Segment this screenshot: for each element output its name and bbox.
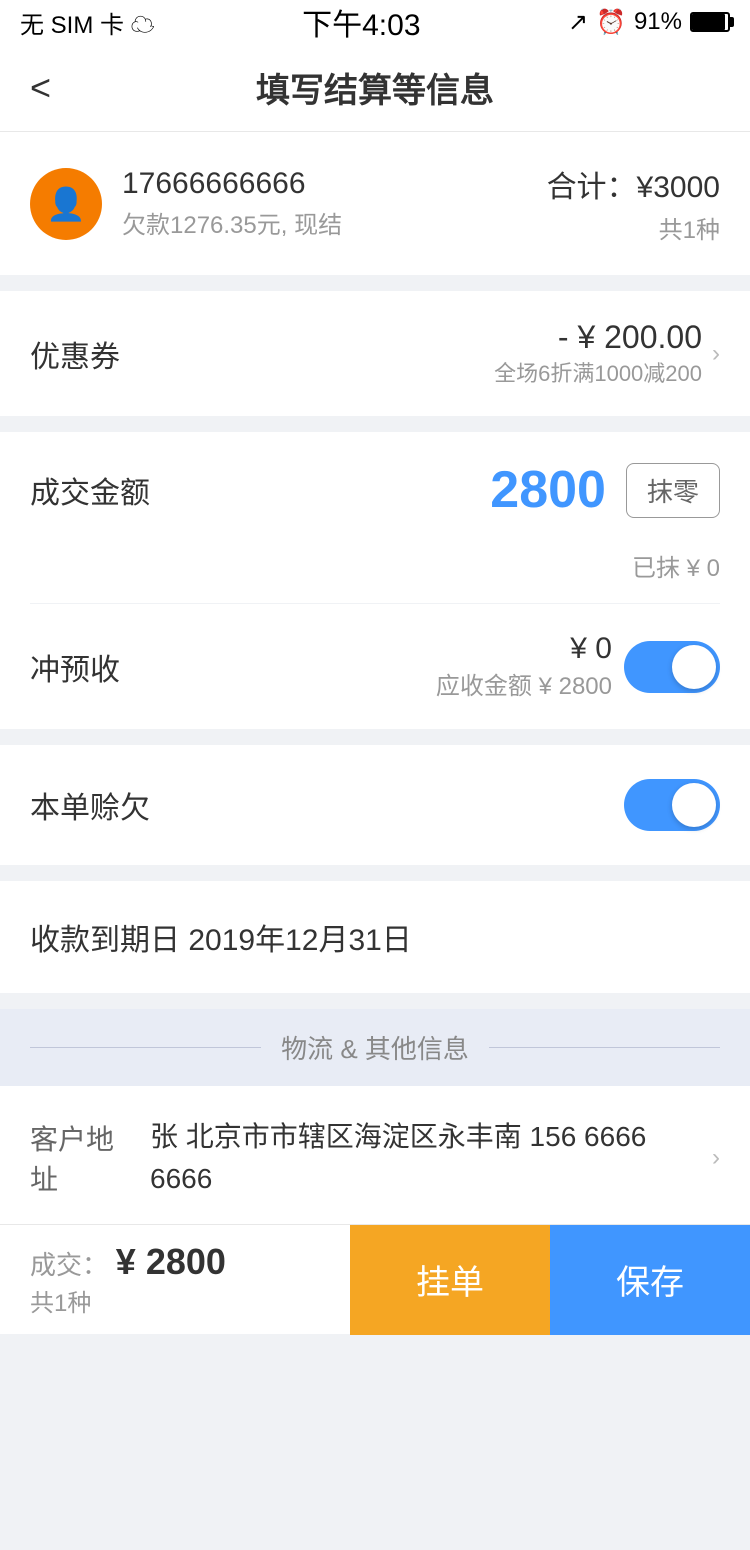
- logistics-label: 物流 & 其他信息: [281, 1029, 469, 1066]
- save-button[interactable]: 保存: [550, 1225, 750, 1335]
- address-value: 张 北京市市辖区海淀区永丰南 156 6666 6666: [150, 1116, 692, 1200]
- status-bar: 无 SIM 卡 ☁ 下午4:03 ↗ ⏰ 91%: [0, 0, 750, 44]
- bottom-bar: 成交： ¥ 2800 共1种 挂单 保存: [0, 1224, 750, 1334]
- direction-icon: ↗: [568, 8, 588, 37]
- avatar-icon: 👤: [46, 185, 86, 223]
- sim-label: 无 SIM 卡 ☁: [20, 5, 155, 40]
- bottom-amount: ¥ 2800: [116, 1241, 226, 1282]
- alarm-icon: ⏰: [596, 8, 626, 37]
- coupon-amount: - ¥ 200.00: [494, 319, 702, 356]
- amount-sub-text: 已抹 ¥ 0: [0, 548, 750, 603]
- debt-section: 本单赊欠: [0, 745, 750, 865]
- debt-toggle[interactable]: [624, 779, 720, 831]
- customer-phone: 17666666666: [122, 167, 342, 201]
- status-right: ↗ ⏰ 91%: [568, 8, 730, 37]
- total-count: 共1种: [547, 210, 720, 245]
- hang-button[interactable]: 挂单: [350, 1225, 550, 1335]
- prepayment-row: 冲预收 ¥ 0 应收金额 ¥ 2800: [0, 604, 750, 729]
- coupon-chevron-icon: ›: [712, 340, 720, 368]
- amount-value: 2800: [490, 460, 606, 520]
- page-title: 填写结算等信息: [256, 63, 494, 112]
- status-time: 下午4:03: [302, 0, 420, 44]
- address-row[interactable]: 客户地址 张 北京市市辖区海淀区永丰南 156 6666 6666 ›: [0, 1086, 750, 1230]
- customer-card: 👤 17666666666 欠款1276.35元, 现结 合计：¥3000 共1…: [0, 132, 750, 275]
- bottom-count: 共1种: [30, 1283, 320, 1318]
- due-date-section: 收款到期日 2019年12月31日: [0, 881, 750, 993]
- prepayment-toggle[interactable]: [624, 641, 720, 693]
- prepayment-value: ¥ 0: [436, 632, 612, 666]
- content: 👤 17666666666 欠款1276.35元, 现结 合计：¥3000 共1…: [0, 132, 750, 1550]
- due-date-text: 收款到期日 2019年12月31日: [30, 924, 412, 957]
- back-button[interactable]: <: [30, 67, 51, 109]
- customer-debt: 欠款1276.35元, 现结: [122, 205, 342, 240]
- battery-icon: [690, 12, 730, 32]
- total-amount: 合计：¥3000: [547, 162, 720, 206]
- nav-bar: < 填写结算等信息: [0, 44, 750, 132]
- battery-percent: 91%: [634, 8, 682, 36]
- coupon-row[interactable]: 优惠券 - ¥ 200.00 全场6折满1000减200 ›: [0, 291, 750, 416]
- amount-label: 成交金额: [30, 468, 150, 512]
- status-left: 无 SIM 卡 ☁: [20, 5, 155, 40]
- logistics-header: 物流 & 其他信息: [0, 1009, 750, 1086]
- coupon-label: 优惠券: [30, 332, 120, 376]
- avatar: 👤: [30, 168, 102, 240]
- coupon-section: 优惠券 - ¥ 200.00 全场6折满1000减200 ›: [0, 291, 750, 416]
- coupon-desc: 全场6折满1000减200: [494, 356, 702, 388]
- address-chevron-icon: ›: [712, 1144, 720, 1172]
- amount-section: 成交金额 2800 抹零 已抹 ¥ 0 冲预收 ¥ 0 应收金额 ¥ 2800: [0, 432, 750, 729]
- debt-label: 本单赊欠: [30, 783, 150, 827]
- prepayment-sub: 应收金额 ¥ 2800: [436, 666, 612, 701]
- prepayment-label: 冲预收: [30, 645, 120, 689]
- bottom-deal-label: 成交：: [30, 1250, 108, 1280]
- round-button[interactable]: 抹零: [626, 463, 720, 518]
- address-label: 客户地址: [30, 1118, 130, 1198]
